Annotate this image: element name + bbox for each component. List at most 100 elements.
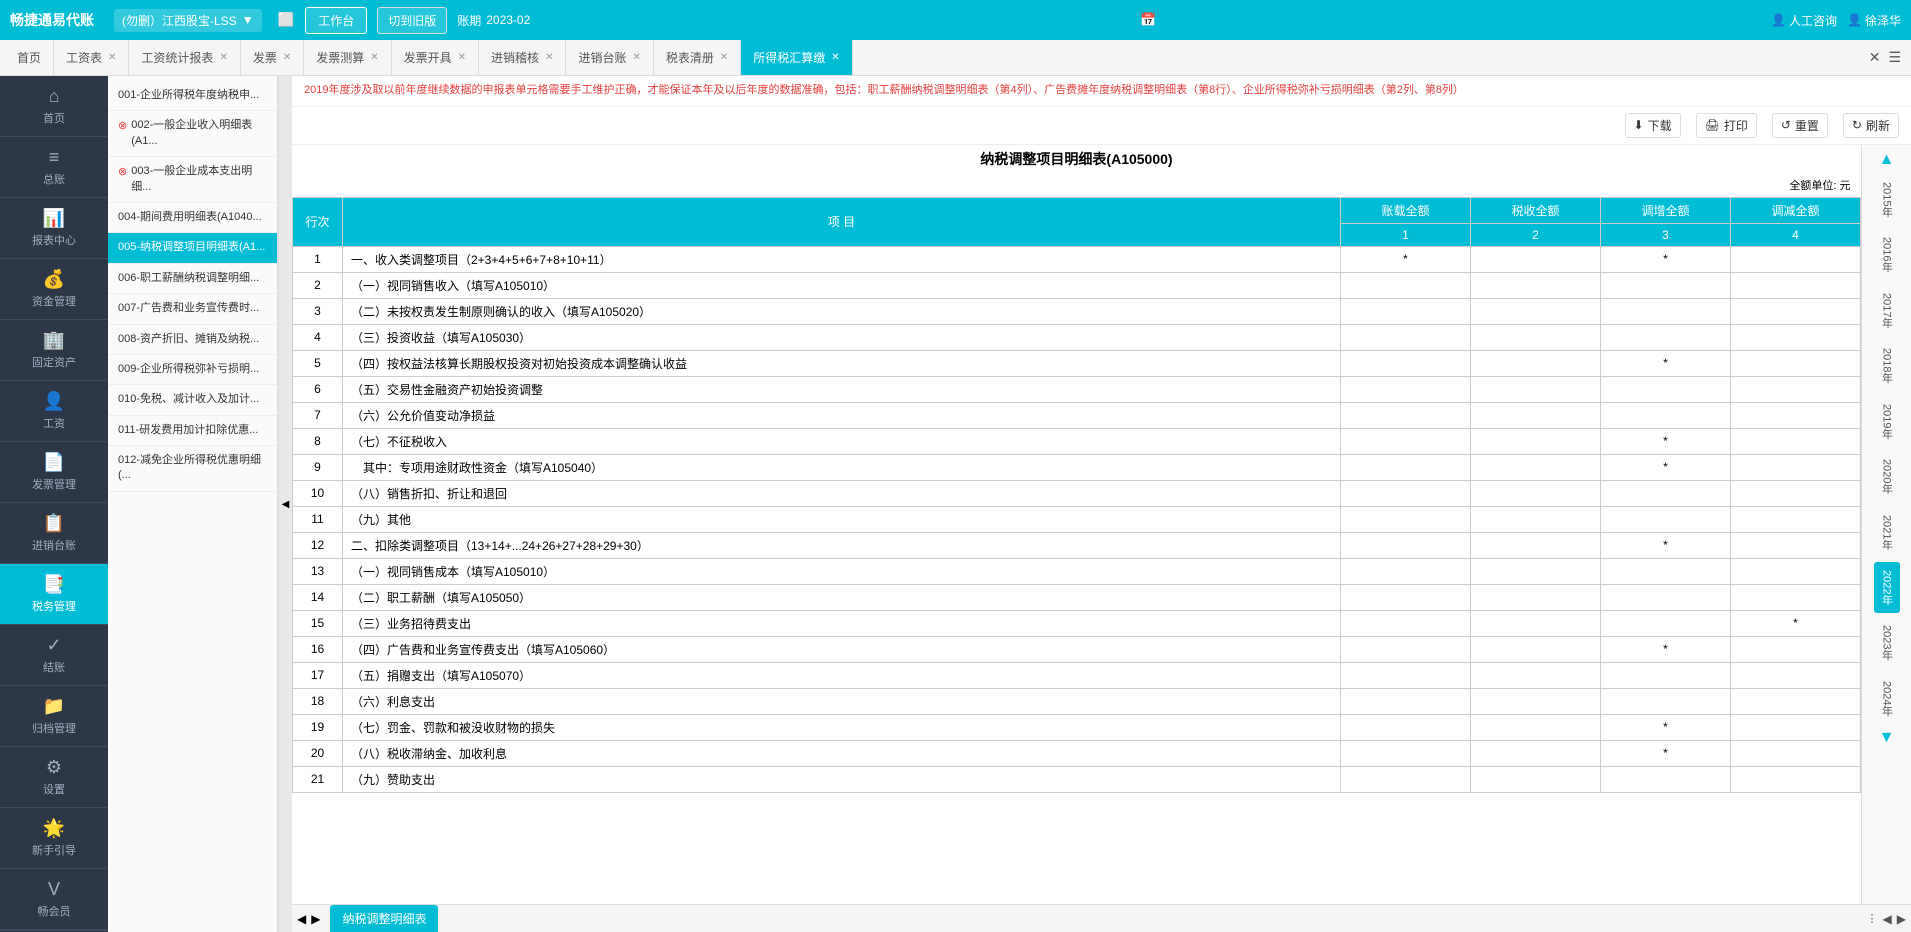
tab-ledger-close[interactable]: ✕ (632, 52, 640, 63)
cell-d[interactable] (1471, 740, 1601, 766)
cell-d[interactable] (1471, 324, 1601, 350)
tab-invoice[interactable]: 发票 ✕ (241, 40, 304, 76)
calendar-icon[interactable]: 📅 (1140, 12, 1156, 28)
cell-f[interactable] (1731, 740, 1861, 766)
cell-c[interactable] (1341, 376, 1471, 402)
cell-d[interactable] (1471, 610, 1601, 636)
cell-d[interactable] (1471, 766, 1601, 792)
cell-e[interactable] (1601, 766, 1731, 792)
cell-e[interactable] (1601, 324, 1731, 350)
cell-f[interactable] (1731, 402, 1861, 428)
cell-f[interactable] (1731, 584, 1861, 610)
sidebar-item-archive[interactable]: 📁 归档管理 (0, 686, 108, 747)
sheet-prev-button[interactable]: ◀ (297, 912, 306, 926)
cell-e[interactable] (1601, 376, 1731, 402)
cell-e[interactable] (1601, 298, 1731, 324)
cell-c[interactable] (1341, 402, 1471, 428)
user-info[interactable]: 👤 徐泽华 (1847, 12, 1901, 29)
cell-e[interactable]: * (1601, 714, 1731, 740)
sub-nav-002[interactable]: ⊗ 002-一般企业收入明细表(A1... (108, 111, 277, 157)
copy-period-button[interactable]: ⬜ (272, 9, 301, 31)
cell-c[interactable] (1341, 662, 1471, 688)
tab-invoice-calc[interactable]: 发票测算 ✕ (304, 40, 391, 76)
tab-menu-button[interactable]: ☰ (1888, 49, 1901, 66)
year-2023[interactable]: 2023年 (1874, 617, 1900, 668)
year-2022[interactable]: 2022年 (1874, 562, 1900, 613)
cell-d[interactable] (1471, 558, 1601, 584)
cell-f[interactable] (1731, 558, 1861, 584)
cell-c[interactable] (1341, 532, 1471, 558)
cell-d[interactable] (1471, 506, 1601, 532)
cell-e[interactable] (1601, 506, 1731, 532)
cell-c[interactable] (1341, 766, 1471, 792)
cell-f[interactable] (1731, 506, 1861, 532)
sidebar-item-invoice-mgmt[interactable]: 📄 发票管理 (0, 442, 108, 503)
cell-d[interactable] (1471, 298, 1601, 324)
tab-invoice-open[interactable]: 发票开具 ✕ (392, 40, 479, 76)
cell-c[interactable] (1341, 636, 1471, 662)
sheet-next-button[interactable]: ▶ (311, 912, 320, 926)
cell-d[interactable] (1471, 350, 1601, 376)
tab-salary-stats[interactable]: 工资统计报表 ✕ (129, 40, 240, 76)
cell-c[interactable] (1341, 324, 1471, 350)
cell-c[interactable] (1341, 350, 1471, 376)
sidebar-item-general-ledger[interactable]: ≡ 总账 (0, 137, 108, 198)
year-2015[interactable]: 2015年 (1874, 174, 1900, 225)
cell-c[interactable] (1341, 298, 1471, 324)
sidebar-item-guide[interactable]: 🌟 新手引导 (0, 808, 108, 869)
year-2016[interactable]: 2016年 (1874, 229, 1900, 280)
cell-f[interactable] (1731, 376, 1861, 402)
cell-c[interactable] (1341, 480, 1471, 506)
nav-toggle-panel[interactable]: ◀ (278, 76, 292, 932)
print-button[interactable]: 🖨 打印 (1696, 113, 1757, 138)
sub-nav-007[interactable]: 007-广告费和业务宣传费时... (108, 294, 277, 324)
tab-tax-list[interactable]: 税表清册 ✕ (654, 40, 741, 76)
sheet-tab-main[interactable]: 纳税调整明细表 (330, 905, 438, 932)
sub-nav-009[interactable]: 009-企业所得税弥补亏损明... (108, 355, 277, 385)
tab-tax-list-close[interactable]: ✕ (720, 52, 728, 63)
tab-salary-close[interactable]: ✕ (108, 52, 116, 63)
switch-old-button[interactable]: 切到旧版 (377, 7, 447, 34)
sub-nav-004[interactable]: 004-期间费用明细表(A1040... (108, 203, 277, 233)
sub-nav-012[interactable]: 012-减免企业所得税优惠明细(... (108, 446, 277, 492)
cell-e[interactable] (1601, 402, 1731, 428)
cell-d[interactable] (1471, 662, 1601, 688)
cell-e[interactable] (1601, 662, 1731, 688)
cell-d[interactable] (1471, 454, 1601, 480)
scroll-right-button[interactable]: ▶ (1897, 912, 1906, 926)
year-2019[interactable]: 2019年 (1874, 396, 1900, 447)
cell-f[interactable] (1731, 454, 1861, 480)
tab-invoice-close[interactable]: ✕ (283, 52, 291, 63)
cell-d[interactable] (1471, 246, 1601, 272)
cell-e[interactable]: * (1601, 532, 1731, 558)
year-up-button[interactable]: ▲ (1876, 148, 1898, 172)
cell-c[interactable] (1341, 610, 1471, 636)
cell-f[interactable] (1731, 714, 1861, 740)
cell-d[interactable] (1471, 532, 1601, 558)
cell-e[interactable] (1601, 584, 1731, 610)
refresh-button[interactable]: ↻ 刷新 (1843, 113, 1899, 138)
cell-f[interactable] (1731, 246, 1861, 272)
tab-invoice-calc-close[interactable]: ✕ (370, 52, 378, 63)
cell-e[interactable]: * (1601, 350, 1731, 376)
cell-f[interactable] (1731, 272, 1861, 298)
sub-nav-010[interactable]: 010-免税、减计收入及加计... (108, 385, 277, 415)
cell-e[interactable] (1601, 272, 1731, 298)
cell-e[interactable] (1601, 688, 1731, 714)
cell-c[interactable] (1341, 454, 1471, 480)
cell-e[interactable] (1601, 610, 1731, 636)
year-2018[interactable]: 2018年 (1874, 340, 1900, 391)
cell-f[interactable] (1731, 766, 1861, 792)
sidebar-item-vip[interactable]: V 畅会员 (0, 869, 108, 930)
tab-invoice-open-close[interactable]: ✕ (458, 52, 466, 63)
scroll-left-button[interactable]: ◀ (1883, 912, 1892, 926)
year-down-button[interactable]: ▼ (1876, 726, 1898, 750)
cell-f[interactable] (1731, 480, 1861, 506)
sidebar-item-finance[interactable]: 💰 资金管理 (0, 259, 108, 320)
cell-f[interactable] (1731, 324, 1861, 350)
support-button[interactable]: 👤 人工咨询 (1771, 12, 1837, 29)
tab-salary-stats-close[interactable]: ✕ (219, 52, 227, 63)
cell-c[interactable] (1341, 714, 1471, 740)
year-2020[interactable]: 2020年 (1874, 451, 1900, 502)
tab-audit-close[interactable]: ✕ (545, 52, 553, 63)
